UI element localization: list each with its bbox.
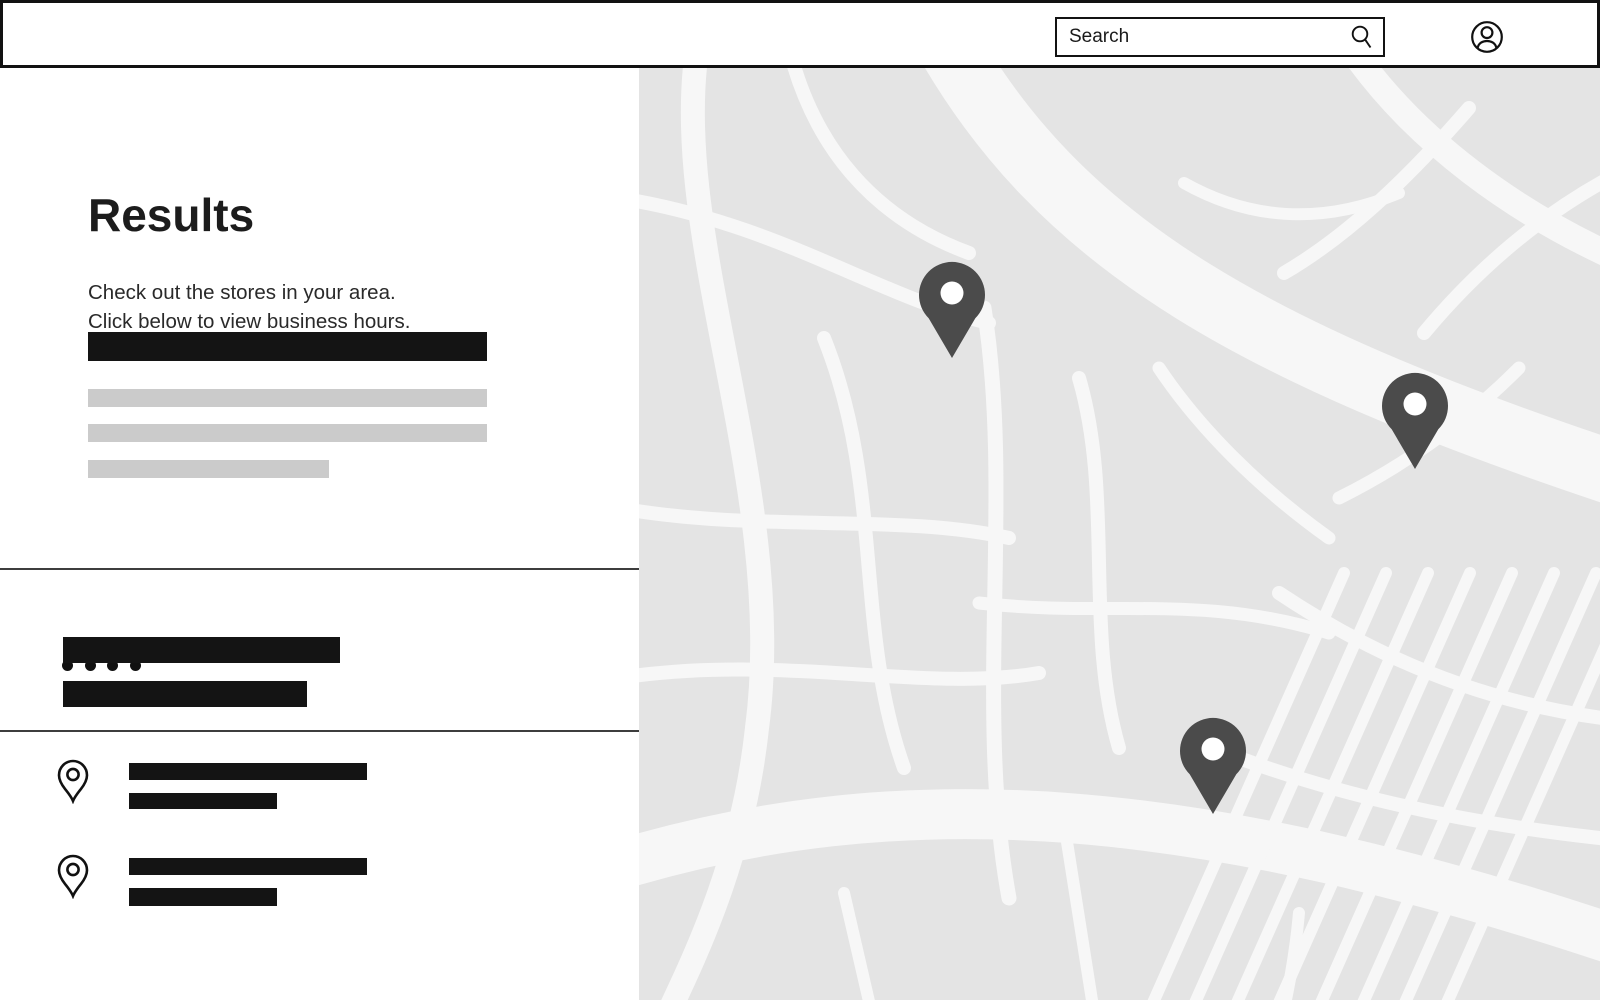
store-hours-placeholder (129, 888, 277, 906)
user-profile-icon[interactable] (1470, 20, 1504, 54)
hamburger-menu-icon[interactable] (93, 23, 130, 50)
store-hours-placeholder (129, 793, 277, 809)
store-list-item[interactable] (0, 853, 639, 913)
featured-store-title-placeholder[interactable] (88, 332, 487, 361)
magnifier-icon[interactable] (1349, 23, 1375, 51)
store-name-placeholder (63, 637, 340, 663)
results-panel: Results Check out the stores in your are… (0, 68, 639, 1000)
map-canvas[interactable] (639, 68, 1600, 1000)
divider (0, 568, 639, 570)
divider (0, 730, 639, 732)
description-line-1: Check out the stores in your area. (88, 279, 410, 308)
store-name-placeholder (129, 858, 367, 875)
search-box (1055, 17, 1385, 57)
top-nav-bar (0, 0, 1600, 68)
location-pin-outline-icon (56, 758, 90, 804)
store-list-item[interactable] (0, 758, 639, 818)
search-input[interactable] (1057, 26, 1349, 48)
store-locator-page: Results Check out the stores in your are… (0, 0, 1600, 1000)
panel-description: Check out the stores in your area. Click… (88, 279, 410, 336)
store-name-placeholder (129, 763, 367, 780)
text-placeholder-bar (88, 389, 487, 407)
page-title: Results (88, 188, 254, 242)
store-info-placeholder (63, 681, 307, 707)
text-placeholder-bar (88, 460, 329, 478)
text-placeholder-bar (88, 424, 487, 442)
location-pin-outline-icon (56, 853, 90, 899)
